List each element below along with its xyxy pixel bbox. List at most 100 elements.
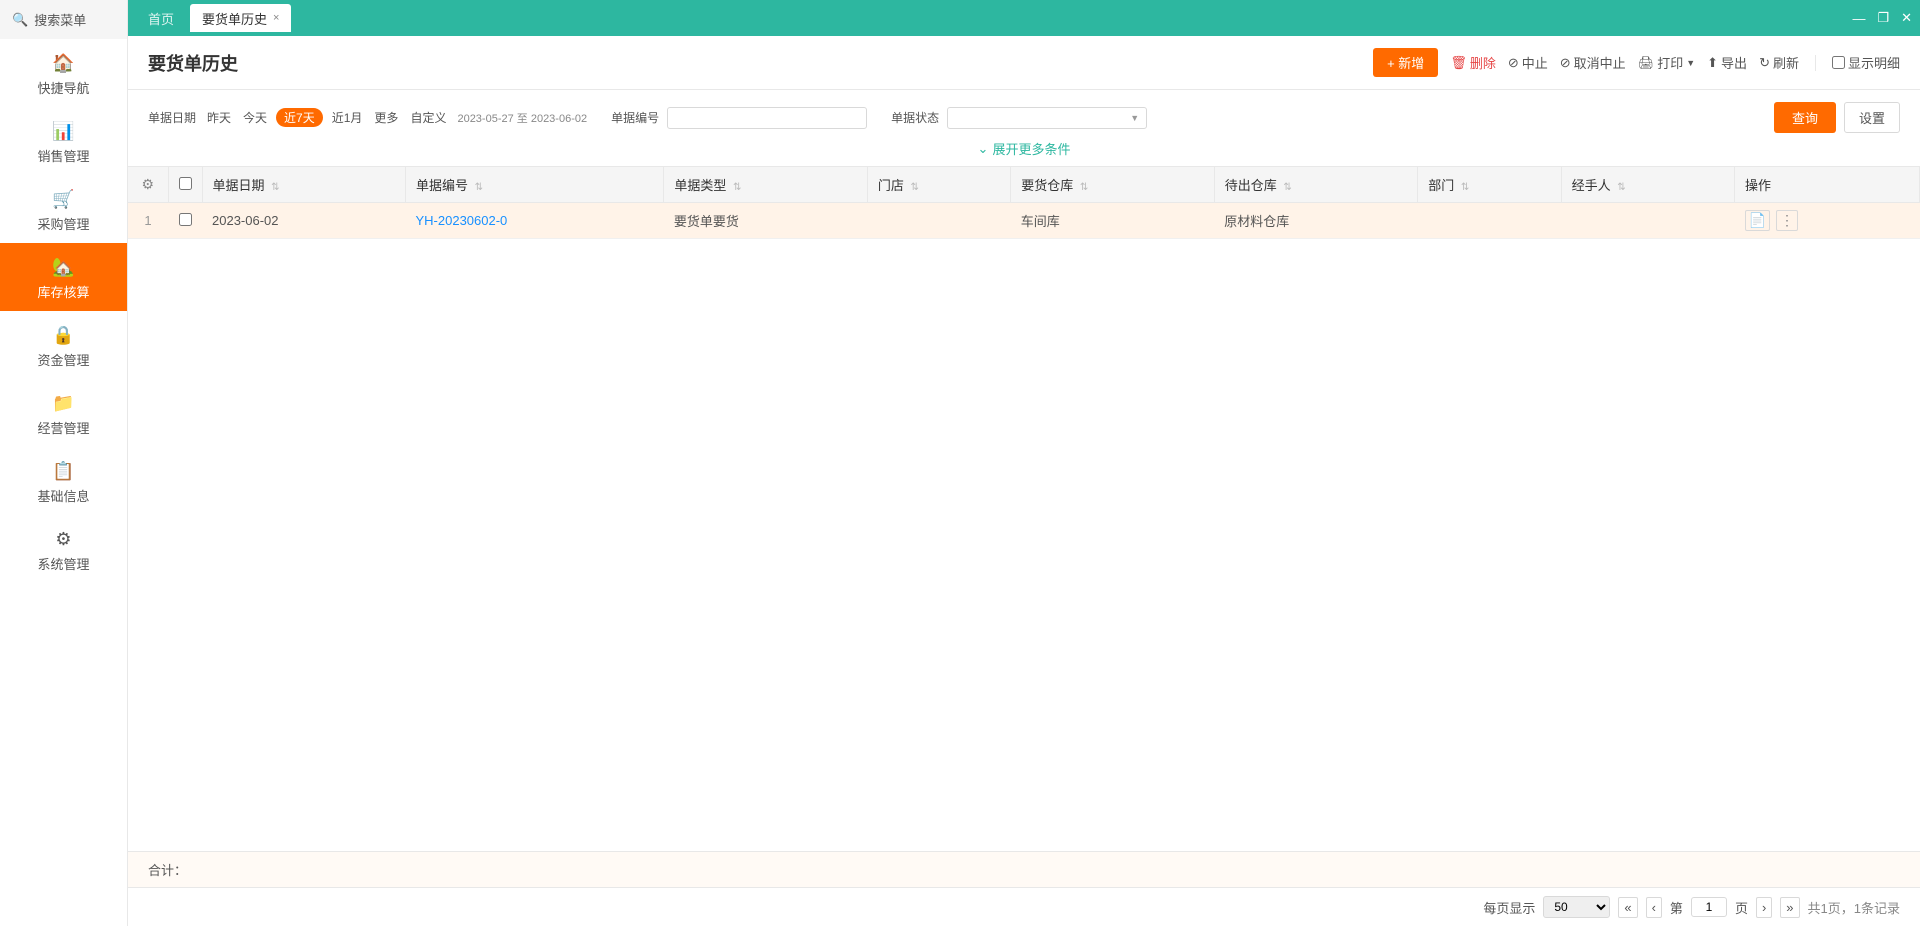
date-shortcut-custom[interactable]: 自定义 [407, 108, 449, 127]
cell-operation: 📄 ⋮ [1735, 203, 1920, 239]
select-all-checkbox[interactable] [179, 177, 192, 190]
th-operation: 操作 [1735, 167, 1920, 203]
bill-status-label: 单据状态 [891, 109, 939, 126]
th-bill-no: 单据编号 ⇅ [405, 167, 663, 203]
sort-icon-date[interactable]: ⇅ [271, 182, 279, 193]
purchase-icon: 🛒 [52, 189, 74, 210]
th-department: 部门 ⇅ [1418, 167, 1561, 203]
th-req-warehouse: 要货仓库 ⇅ [1011, 167, 1214, 203]
page-size-select[interactable]: 20 50 100 200 [1543, 896, 1610, 918]
th-gear[interactable]: ⚙ [128, 167, 168, 203]
cell-handler [1561, 203, 1734, 239]
th-handler: 经手人 ⇅ [1561, 167, 1734, 203]
refresh-icon: ↻ [1759, 55, 1770, 71]
new-button[interactable]: + 新增 [1373, 48, 1438, 77]
sidebar-item-operations[interactable]: 📁 经营管理 [0, 379, 127, 447]
restore-btn[interactable]: ❐ [1877, 10, 1889, 26]
home-icon: 🏠 [52, 53, 74, 74]
row-index: 1 [128, 203, 168, 239]
cell-bill-no: YH-20230602-0 [405, 203, 663, 239]
bill-status-select[interactable] [947, 107, 1147, 129]
filter-group-bill-no: 单据编号 [611, 107, 867, 129]
date-shortcut-7days[interactable]: 近7天 [276, 108, 323, 127]
th-pending-warehouse: 待出仓库 ⇅ [1214, 167, 1417, 203]
close-btn[interactable]: ✕ [1901, 10, 1912, 26]
main-content: 首页 要货单历史 × — ❐ ✕ 要货单历史 + 新增 🗑 删除 ⊘ 中止 [128, 0, 1920, 926]
op-icons: 📄 ⋮ [1745, 210, 1910, 231]
last-page-btn[interactable]: » [1780, 897, 1799, 918]
date-shortcut-today[interactable]: 今天 [240, 108, 270, 127]
page-header: 要货单历史 + 新增 🗑 删除 ⊘ 中止 ⊘ 取消中止 🖨 打印 ▼ [128, 36, 1920, 90]
settings-button[interactable]: 设置 [1844, 102, 1900, 133]
date-shortcut-more[interactable]: 更多 [371, 108, 401, 127]
sidebar-item-sales[interactable]: 📊 销售管理 [0, 107, 127, 175]
filter-group-status: 单据状态 [891, 107, 1147, 129]
sort-icon-req-warehouse[interactable]: ⇅ [1080, 182, 1088, 193]
bill-no-label: 单据编号 [611, 109, 659, 126]
display-detail-checkbox[interactable]: 显示明细 [1832, 53, 1900, 72]
print-icon: 🖨 [1638, 55, 1655, 71]
filter-group-date: 单据日期 昨天 今天 近7天 近1月 更多 自定义 2023-05-27 至 2… [148, 108, 587, 127]
row-checkbox[interactable] [179, 213, 192, 226]
sort-icon-bill-type[interactable]: ⇅ [733, 182, 741, 193]
sidebar-item-system[interactable]: ⚙ 系统管理 [0, 515, 127, 583]
page-title: 要货单历史 [148, 50, 238, 76]
sales-icon: 📊 [52, 121, 74, 142]
tab-bar: 首页 要货单历史 × — ❐ ✕ [128, 0, 1920, 36]
expand-more-btn[interactable]: ⌄ 展开更多条件 [148, 139, 1900, 158]
cell-store [867, 203, 1010, 239]
op-edit-icon[interactable]: 📄 [1745, 210, 1770, 231]
tab-home[interactable]: 首页 [136, 4, 186, 32]
prev-page-btn[interactable]: ‹ [1646, 897, 1662, 918]
next-page-btn[interactable]: › [1756, 897, 1772, 918]
print-button[interactable]: 🖨 打印 ▼ [1638, 53, 1695, 72]
cell-bill-type: 要货单要货 [664, 203, 867, 239]
cancel-stop-button[interactable]: ⊘ 取消中止 [1560, 53, 1626, 72]
total-info: 共1页，1条记录 [1808, 898, 1900, 917]
bill-no-input[interactable] [667, 107, 867, 129]
sidebar-item-finance[interactable]: 🔒 资金管理 [0, 311, 127, 379]
pagination: 每页显示 20 50 100 200 « ‹ 第 页 › » 共1页，1条记录 [128, 887, 1920, 926]
filter-area: 单据日期 昨天 今天 近7天 近1月 更多 自定义 2023-05-27 至 2… [128, 90, 1920, 167]
tab-active[interactable]: 要货单历史 × [190, 4, 291, 32]
sidebar: 🔍 搜索菜单 🏠 快捷导航 📊 销售管理 🛒 采购管理 🏡 库存核算 🔒 资金管… [0, 0, 128, 926]
refresh-button[interactable]: ↻ 刷新 [1759, 53, 1799, 72]
cell-pending-warehouse: 原材料仓库 [1214, 203, 1417, 239]
display-detail-input[interactable] [1832, 56, 1845, 69]
gear-icon[interactable]: ⚙ [141, 176, 154, 192]
sidebar-item-quick-nav[interactable]: 🏠 快捷导航 [0, 39, 127, 107]
sort-icon-department[interactable]: ⇅ [1461, 182, 1469, 193]
date-shortcut-yesterday[interactable]: 昨天 [204, 108, 234, 127]
sidebar-item-purchase[interactable]: 🛒 采购管理 [0, 175, 127, 243]
sort-icon-handler[interactable]: ⇅ [1617, 182, 1625, 193]
operations-icon: 📁 [52, 393, 74, 414]
sidebar-search[interactable]: 🔍 搜索菜单 [0, 0, 127, 39]
export-button[interactable]: ⬆ 导出 [1707, 53, 1747, 72]
data-table: ⚙ 单据日期 ⇅ 单据编号 ⇅ 单据类型 ⇅ [128, 167, 1920, 239]
filter-row-1: 单据日期 昨天 今天 近7天 近1月 更多 自定义 2023-05-27 至 2… [148, 102, 1900, 133]
query-button[interactable]: 查询 [1774, 102, 1836, 133]
search-icon: 🔍 [12, 12, 28, 28]
tab-close-icon[interactable]: × [273, 12, 279, 24]
sort-icon-bill-no[interactable]: ⇅ [475, 182, 483, 193]
op-more-icon[interactable]: ⋮ [1776, 210, 1798, 231]
row-checkbox-cell [168, 203, 202, 239]
inventory-icon: 🏡 [52, 257, 74, 278]
export-icon: ⬆ [1707, 55, 1718, 71]
minimize-btn[interactable]: — [1852, 11, 1865, 26]
stop-icon: ⊘ [1508, 55, 1519, 71]
sidebar-item-basic-info[interactable]: 📋 基础信息 [0, 447, 127, 515]
sort-icon-store[interactable]: ⇅ [911, 182, 919, 193]
delete-icon: 🗑 [1450, 55, 1467, 71]
bill-no-link[interactable]: YH-20230602-0 [415, 213, 507, 228]
page-number-input[interactable] [1691, 897, 1727, 917]
stop-button[interactable]: ⊘ 中止 [1508, 53, 1548, 72]
sort-icon-pending-warehouse[interactable]: ⇅ [1283, 182, 1291, 193]
date-shortcut-1month[interactable]: 近1月 [329, 108, 366, 127]
date-filter-label: 单据日期 [148, 109, 196, 126]
toolbar: + 新增 🗑 删除 ⊘ 中止 ⊘ 取消中止 🖨 打印 ▼ ⬆ 导出 [1373, 48, 1900, 77]
delete-button[interactable]: 🗑 删除 [1450, 53, 1496, 72]
first-page-btn[interactable]: « [1618, 897, 1637, 918]
sidebar-item-inventory[interactable]: 🏡 库存核算 [0, 243, 127, 311]
expand-icon: ⌄ [978, 141, 989, 157]
